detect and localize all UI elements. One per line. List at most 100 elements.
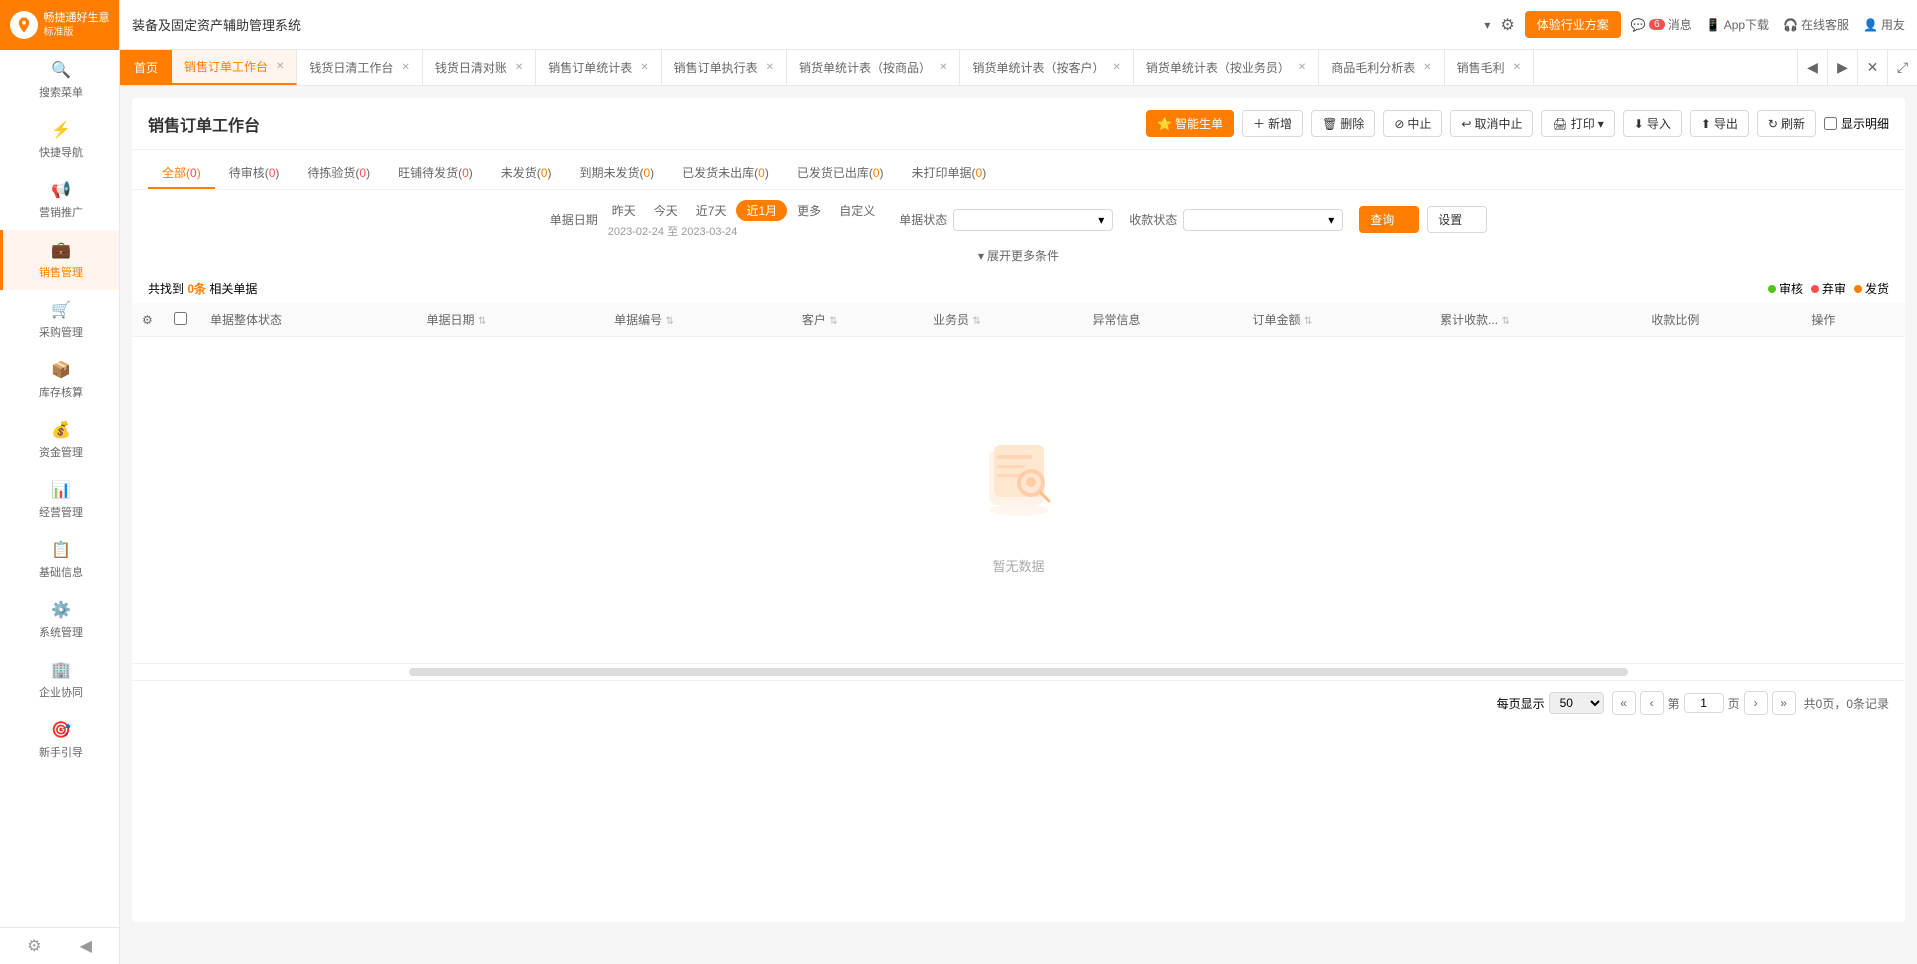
- date-chip-more[interactable]: 更多: [789, 200, 829, 221]
- query-button[interactable]: 查询: [1359, 206, 1419, 233]
- tab-sales_summary_customer[interactable]: 销货单统计表（按客户）✕: [960, 50, 1133, 85]
- tab-sales_summary_staff[interactable]: 销货单统计表（按业务员）✕: [1134, 50, 1319, 85]
- cancel-audit-dot: [1811, 285, 1819, 293]
- tab-home[interactable]: 首页: [120, 50, 172, 85]
- sidebar-item-finance[interactable]: 💰资金管理: [0, 410, 119, 470]
- tab-prev-btn[interactable]: ◀: [1797, 50, 1827, 86]
- tab-close-sales_order_workbench[interactable]: ✕: [276, 61, 284, 72]
- tab-close-sales_stats[interactable]: ✕: [640, 62, 648, 73]
- show-detail-checkbox[interactable]: 显示明细: [1824, 115, 1889, 132]
- date-chip-custom[interactable]: 自定义: [831, 200, 883, 221]
- message-action[interactable]: 💬 6 消息: [1631, 16, 1692, 33]
- page-next-btn[interactable]: ›: [1744, 691, 1768, 715]
- sub-tab-pending_check[interactable]: 待拣验货(0): [293, 158, 384, 189]
- settings-filter-button[interactable]: 设置: [1427, 206, 1487, 233]
- sub-tab-wangpu_pending[interactable]: 旺铺待发货(0): [384, 158, 487, 189]
- cancel-audit-btn[interactable]: 弃审: [1811, 280, 1846, 297]
- sidebar-item-quick[interactable]: ⚡快捷导航: [0, 110, 119, 170]
- tab-sales_stats[interactable]: 销售订单统计表✕: [536, 50, 661, 85]
- tab-close-cash_reconcile[interactable]: ✕: [515, 62, 523, 73]
- tab-gross_margin[interactable]: 商品毛利分析表✕: [1319, 50, 1444, 85]
- sidebar-item-sales[interactable]: 💼销售管理: [0, 230, 119, 290]
- suspend-button[interactable]: ⊘ 中止: [1383, 110, 1442, 137]
- tab-close-sales_profit[interactable]: ✕: [1513, 62, 1521, 73]
- page-size-dropdown[interactable]: 50 10 20 100: [1549, 692, 1604, 714]
- sidebar-icon-basic: 📋: [51, 540, 71, 560]
- sub-tab-overdue_not_shipped[interactable]: 到期未发货(0): [565, 158, 668, 189]
- tab-sales_exec[interactable]: 销售订单执行表✕: [662, 50, 787, 85]
- sub-tab-shipped_not_warehoused[interactable]: 已发货未出库(0): [668, 158, 783, 189]
- tab-cash_reconcile[interactable]: 钱货日清对账✕: [423, 50, 536, 85]
- import-button[interactable]: ⬇ 导入: [1623, 110, 1682, 137]
- print-icon: 🖨: [1552, 117, 1567, 131]
- horizontal-scrollbar[interactable]: [409, 668, 1628, 676]
- tab-sales_summary_product[interactable]: 销货单统计表（按商品）✕: [787, 50, 960, 85]
- sidebar-item-search[interactable]: 🔍搜索菜单: [0, 50, 119, 110]
- refresh-button[interactable]: ↻ 刷新: [1757, 110, 1816, 137]
- col-staff[interactable]: 业务员 ⇅: [923, 303, 1082, 337]
- sidebar-item-system[interactable]: ⚙️系统管理: [0, 590, 119, 650]
- sidebar-item-inventory[interactable]: 📦库存核算: [0, 350, 119, 410]
- sidebar-item-corp[interactable]: 🏢企业协同: [0, 650, 119, 710]
- page-input[interactable]: [1684, 693, 1724, 713]
- sub-tab-pending_audit[interactable]: 待审核(0): [215, 158, 294, 189]
- date-chip-today[interactable]: 今天: [646, 200, 686, 221]
- tab-next-btn[interactable]: ▶: [1827, 50, 1857, 86]
- tab-close-cash_daily[interactable]: ✕: [401, 62, 409, 73]
- tab-close-sales_summary_product[interactable]: ✕: [939, 62, 947, 73]
- col-number[interactable]: 单据编号 ⇅: [604, 303, 792, 337]
- online-service-action[interactable]: 🎧 在线客服: [1783, 16, 1849, 33]
- user-action[interactable]: 👤 用友: [1863, 16, 1905, 33]
- page-last-btn[interactable]: »: [1772, 691, 1796, 715]
- add-button[interactable]: ＋ 新增: [1242, 110, 1303, 137]
- page-prev-btn[interactable]: ‹: [1640, 691, 1664, 715]
- sidebar-item-guide[interactable]: 🎯新手引导: [0, 710, 119, 770]
- col-customer[interactable]: 客户 ⇅: [792, 303, 923, 337]
- tab-close-gross_margin[interactable]: ✕: [1423, 62, 1431, 73]
- ship-btn[interactable]: 发货: [1854, 280, 1889, 297]
- tab-close-sales_summary_customer[interactable]: ✕: [1112, 62, 1120, 73]
- app-download-action[interactable]: 📱 App下载: [1706, 16, 1769, 33]
- date-chip-yesterday[interactable]: 昨天: [604, 200, 644, 221]
- page-first-btn[interactable]: «: [1612, 691, 1636, 715]
- col-date[interactable]: 单据日期 ⇅: [417, 303, 605, 337]
- tab-fullscreen-btn[interactable]: ⤢: [1887, 50, 1917, 86]
- sidebar-item-marketing[interactable]: 📢营销推广: [0, 170, 119, 230]
- print-button[interactable]: 🖨 打印 ▾: [1541, 110, 1614, 137]
- tab-close-sales_exec[interactable]: ✕: [766, 62, 774, 73]
- tab-close-all-btn[interactable]: ✕: [1857, 50, 1887, 86]
- header-settings-icon[interactable]: ⚙: [1500, 15, 1514, 35]
- experience-button[interactable]: 体验行业方案: [1525, 11, 1621, 38]
- export-button[interactable]: ⬆ 导出: [1690, 110, 1749, 137]
- smart-create-button[interactable]: ⭐ 智能生单: [1146, 110, 1234, 137]
- delete-button[interactable]: 🗑 删除: [1311, 110, 1375, 137]
- col-amount[interactable]: 订单金额 ⇅: [1242, 303, 1430, 337]
- sidebar-label-quick: 快捷导航: [39, 144, 83, 160]
- sub-tab-shipped_warehoused[interactable]: 已发货已出库(0): [783, 158, 898, 189]
- cancel-suspend-icon: ↩: [1461, 117, 1471, 131]
- audit-btn[interactable]: 审核: [1768, 280, 1803, 297]
- date-chip-7days[interactable]: 近7天: [688, 200, 735, 221]
- sidebar-footer: ⚙ ◀: [0, 927, 119, 964]
- payment-status-select[interactable]: ▾: [1183, 209, 1343, 231]
- sidebar-settings-btn[interactable]: ⚙: [27, 936, 41, 956]
- sidebar-item-purchase[interactable]: 🛒采购管理: [0, 290, 119, 350]
- header-dropdown-icon[interactable]: ▾: [1484, 18, 1490, 32]
- tab-cash_daily[interactable]: 钱货日清工作台✕: [297, 50, 422, 85]
- doc-status-select[interactable]: ▾: [953, 209, 1113, 231]
- tab-sales_order_workbench[interactable]: 销售订单工作台✕: [172, 50, 297, 85]
- sidebar-collapse-btn[interactable]: ◀: [80, 936, 92, 956]
- cancel-suspend-button[interactable]: ↩ 取消中止: [1450, 110, 1533, 137]
- sub-tab-all[interactable]: 全部(0): [148, 158, 215, 189]
- col-collected[interactable]: 累计收款... ⇅: [1430, 303, 1641, 337]
- sub-tab-not_shipped[interactable]: 未发货(0): [487, 158, 566, 189]
- date-chip-1month[interactable]: 近1月: [736, 200, 787, 221]
- date-filter: 单据日期 昨天今天近7天近1月更多自定义2023-02-24 至 2023-03…: [550, 200, 883, 239]
- sub-tab-not_printed[interactable]: 未打印单据(0): [898, 158, 1001, 189]
- tab-sales_profit[interactable]: 销售毛利✕: [1445, 50, 1534, 85]
- tab-close-sales_summary_staff[interactable]: ✕: [1298, 62, 1306, 73]
- page-panel: 销售订单工作台 ⭐ 智能生单 ＋ 新增 🗑 删除 ⊘: [132, 98, 1905, 922]
- expand-conditions-button[interactable]: ▾展开更多条件: [978, 247, 1059, 264]
- sidebar-item-operation[interactable]: 📊经营管理: [0, 470, 119, 530]
- sidebar-item-basic[interactable]: 📋基础信息: [0, 530, 119, 590]
